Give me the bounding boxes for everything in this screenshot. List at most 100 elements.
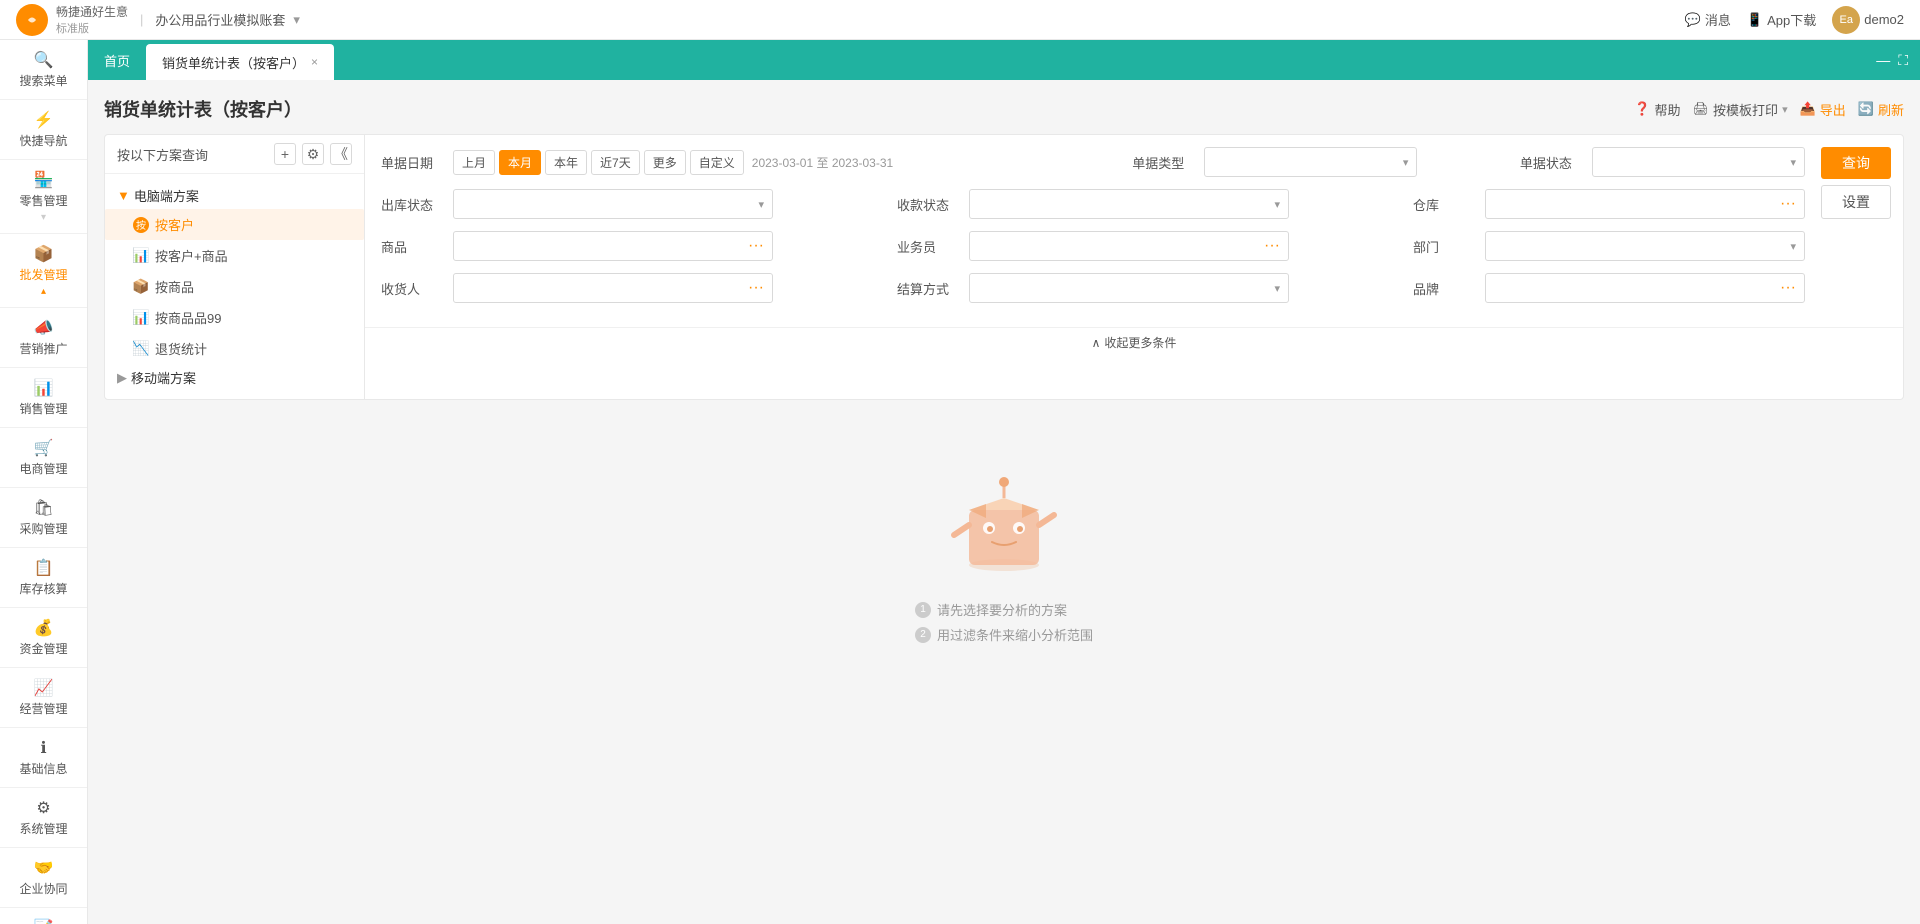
product-scheme-icon: 📦 bbox=[133, 279, 149, 295]
salesperson-select[interactable]: ··· bbox=[969, 231, 1289, 261]
app-separator: | bbox=[140, 12, 143, 27]
app-name-block: 畅捷通好生意 标准版 bbox=[56, 3, 128, 36]
message-icon: 💬 bbox=[1685, 12, 1701, 28]
app-logo bbox=[16, 4, 48, 36]
basic-icon: ℹ bbox=[4, 738, 83, 758]
order-status-select[interactable] bbox=[1592, 147, 1805, 177]
scheme-panel-actions: + ⚙ 《 bbox=[274, 143, 352, 165]
refresh-btn[interactable]: 🔄 刷新 bbox=[1858, 100, 1904, 119]
user-profile[interactable]: Ea demo2 bbox=[1832, 6, 1904, 34]
collapse-row[interactable]: ∧ 收起更多条件 bbox=[365, 327, 1903, 357]
settlement-select[interactable] bbox=[969, 273, 1289, 303]
sidebar-label-retail: 零售管理 bbox=[4, 192, 83, 209]
sidebar-item-finance[interactable]: 💰 资金管理 bbox=[0, 608, 87, 668]
recipient-select[interactable]: ··· bbox=[453, 273, 773, 303]
sidebar-item-marketing[interactable]: 📣 营销推广 bbox=[0, 308, 87, 368]
export-btn[interactable]: 📤 导出 bbox=[1800, 100, 1846, 119]
scheme-item-by-customer-product[interactable]: 📊 按客户+商品 bbox=[105, 240, 364, 271]
order-status-arrow-icon bbox=[1790, 156, 1796, 169]
product-dots[interactable]: ··· bbox=[748, 237, 764, 255]
print-arrow-icon[interactable]: ▾ bbox=[1782, 103, 1788, 116]
date-btn-this-year[interactable]: 本年 bbox=[545, 150, 587, 175]
quick-nav-icon: ⚡ bbox=[4, 110, 83, 130]
filter-row-3: 商品 ··· 业务员 ··· bbox=[381, 231, 1805, 261]
tip-text-2: 用过滤条件来缩小分析范围 bbox=[937, 625, 1093, 644]
scheme-item-by-product-99[interactable]: 📊 按商品品99 bbox=[105, 302, 364, 333]
tab-home[interactable]: 首页 bbox=[88, 40, 146, 80]
industry-dropdown-icon[interactable]: ▾ bbox=[293, 12, 300, 28]
settings-button[interactable]: 设置 bbox=[1821, 185, 1891, 219]
scheme-add-btn[interactable]: + bbox=[274, 143, 296, 165]
tab-close-btn[interactable]: × bbox=[311, 55, 318, 69]
date-btn-more[interactable]: 更多 bbox=[644, 150, 686, 175]
sidebar-item-sales[interactable]: 📊 销售管理 bbox=[0, 368, 87, 428]
recipient-label: 收货人 bbox=[381, 279, 441, 298]
order-type-select[interactable] bbox=[1204, 147, 1417, 177]
print-btn[interactable]: 🖨 按模板打印 ▾ bbox=[1693, 100, 1788, 119]
salesperson-dots[interactable]: ··· bbox=[1264, 237, 1280, 255]
date-btn-this-month[interactable]: 本月 bbox=[499, 150, 541, 175]
retail-icon: 🏪 bbox=[4, 170, 83, 190]
scheme-item-by-customer[interactable]: 按 按客户 bbox=[105, 209, 364, 240]
collapse-arrow-icon: ∧ bbox=[1092, 336, 1101, 350]
warehouse-dots[interactable]: ··· bbox=[1780, 195, 1796, 213]
print-label: 按模板打印 bbox=[1713, 100, 1778, 119]
message-btn[interactable]: 💬 消息 bbox=[1685, 10, 1731, 29]
scheme-item-return-stats[interactable]: 📉 退货统计 bbox=[105, 333, 364, 364]
tab-active[interactable]: 销货单统计表（按客户） × bbox=[146, 44, 334, 80]
tip-num-1: 1 bbox=[915, 602, 931, 618]
scheme-setting-btn[interactable]: ⚙ bbox=[302, 143, 324, 165]
search-icon: 🔍 bbox=[4, 50, 83, 70]
sidebar-item-quick-nav[interactable]: ⚡ 快捷导航 bbox=[0, 100, 87, 160]
date-btn-7days[interactable]: 近7天 bbox=[591, 150, 640, 175]
scheme-category-mobile[interactable]: ▶ 移动端方案 bbox=[105, 364, 364, 391]
marketing-icon: 📣 bbox=[4, 318, 83, 338]
sidebar-label-search: 搜索菜单 bbox=[4, 72, 83, 89]
date-btn-last-month[interactable]: 上月 bbox=[453, 150, 495, 175]
empty-state: 1 请先选择要分析的方案 2 用过滤条件来缩小分析范围 bbox=[104, 400, 1904, 710]
tab-window-controls: — ⛶ bbox=[1876, 52, 1920, 69]
sidebar-item-basic[interactable]: ℹ 基础信息 bbox=[0, 728, 87, 788]
product-label: 商品 bbox=[381, 237, 441, 256]
sidebar-item-system[interactable]: ⚙ 系统管理 bbox=[0, 788, 87, 848]
query-button[interactable]: 查询 bbox=[1821, 147, 1891, 179]
scheme-category-desktop[interactable]: ▼ 电脑端方案 bbox=[105, 182, 364, 209]
sidebar-item-purchase[interactable]: 🛍 采购管理 bbox=[0, 488, 87, 548]
scheme-item-label-by-customer: 按客户 bbox=[155, 215, 194, 234]
scheme-item-label-by-product: 按商品 bbox=[155, 277, 194, 296]
username: demo2 bbox=[1864, 12, 1904, 27]
maximize-icon[interactable]: ⛶ bbox=[1898, 52, 1908, 69]
help-btn[interactable]: ❓ 帮助 bbox=[1634, 100, 1680, 119]
minimize-icon[interactable]: — bbox=[1876, 52, 1890, 68]
sidebar-item-inventory[interactable]: 📋 库存核算 bbox=[0, 548, 87, 608]
print-icon: 🖨 bbox=[1693, 101, 1710, 117]
brand-label: 品牌 bbox=[1413, 279, 1473, 298]
warehouse-select[interactable]: ··· bbox=[1485, 189, 1805, 219]
app-download-btn[interactable]: 📱 App下载 bbox=[1747, 10, 1816, 29]
sidebar-item-ecommerce[interactable]: 🛒 电商管理 bbox=[0, 428, 87, 488]
collapse-label: 收起更多条件 bbox=[1104, 334, 1176, 351]
brand-select[interactable]: ··· bbox=[1485, 273, 1805, 303]
scheme-collapse-btn[interactable]: 《 bbox=[330, 143, 352, 165]
sidebar-item-wholesale[interactable]: 📦 批发管理 ▴ bbox=[0, 234, 87, 308]
top-bar-right: 💬 消息 📱 App下载 Ea demo2 bbox=[1685, 6, 1904, 34]
app-title: 畅捷通好生意 bbox=[56, 3, 128, 20]
sidebar-item-retail[interactable]: 🏪 零售管理 ▾ bbox=[0, 160, 87, 234]
sidebar-item-newbie[interactable]: 📝 新手引导 bbox=[0, 908, 87, 924]
order-type-arrow-icon bbox=[1403, 156, 1409, 169]
scheme-item-by-product[interactable]: 📦 按商品 bbox=[105, 271, 364, 302]
sidebar-item-cooperation[interactable]: 🤝 企业协同 bbox=[0, 848, 87, 908]
sidebar-item-operation[interactable]: 📈 经营管理 bbox=[0, 668, 87, 728]
payment-status-select[interactable] bbox=[969, 189, 1289, 219]
empty-tips: 1 请先选择要分析的方案 2 用过滤条件来缩小分析范围 bbox=[915, 600, 1093, 650]
product-select[interactable]: ··· bbox=[453, 231, 773, 261]
sidebar-item-search[interactable]: 🔍 搜索菜单 bbox=[0, 40, 87, 100]
settlement-label: 结算方式 bbox=[897, 279, 957, 298]
date-btn-custom[interactable]: 自定义 bbox=[690, 150, 744, 175]
department-select[interactable] bbox=[1485, 231, 1805, 261]
recipient-dots[interactable]: ··· bbox=[748, 279, 764, 297]
ship-status-select[interactable] bbox=[453, 189, 773, 219]
brand-dots[interactable]: ··· bbox=[1780, 279, 1796, 297]
return-stats-scheme-icon: 📉 bbox=[133, 341, 149, 357]
scheme-item-label-return-stats: 退货统计 bbox=[155, 339, 207, 358]
